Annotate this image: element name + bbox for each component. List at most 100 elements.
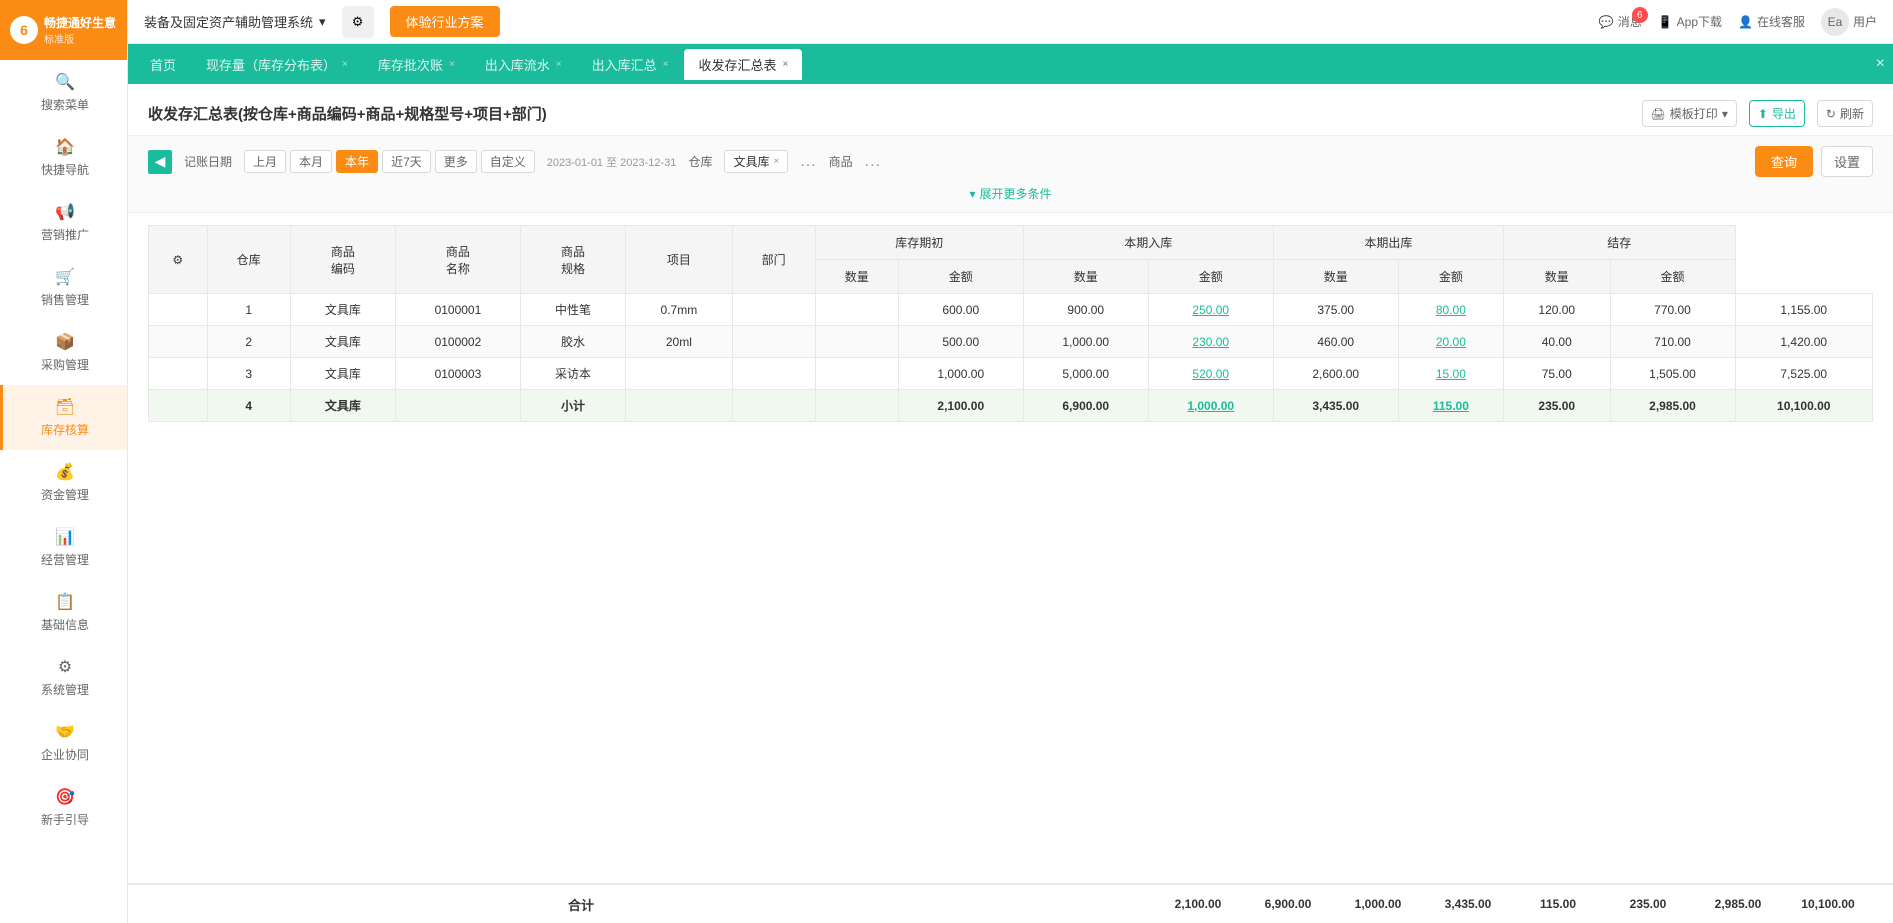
row-out-amt: 40.00 <box>1504 326 1611 358</box>
row-init-qty: 600.00 <box>898 294 1023 326</box>
app-download-btn[interactable]: 📱 App下载 <box>1658 13 1722 30</box>
date-btn-上月[interactable]: 上月 <box>244 150 286 173</box>
print-btn[interactable]: 🖨 模板打印 ▾ <box>1642 100 1737 127</box>
warehouse-tag[interactable]: 文具库 × <box>724 150 788 173</box>
row-project <box>732 326 815 358</box>
footer-in-qty: 1,000.00 <box>1333 893 1423 915</box>
sidebar-label-guide: 新手引导 <box>41 811 89 828</box>
sidebar-item-operations[interactable]: 📊经营管理 <box>0 515 127 580</box>
row-code: 0100002 <box>395 326 520 358</box>
tab-stock_dist[interactable]: 现存量（库存分布表）× <box>192 49 362 80</box>
row-in-amt: 2,600.00 <box>1273 358 1398 390</box>
row-warehouse: 文具库 <box>290 326 395 358</box>
user-btn[interactable]: Ea 用户 <box>1821 8 1877 36</box>
tab-flow[interactable]: 出入库流水× <box>471 49 576 80</box>
row-in-qty[interactable]: 1,000.00 <box>1148 390 1273 422</box>
query-btn[interactable]: 查询 <box>1755 146 1813 177</box>
row-code: 0100003 <box>395 358 520 390</box>
setting-btn[interactable]: 设置 <box>1821 146 1873 177</box>
online-service-btn[interactable]: 👤 在线客服 <box>1738 13 1805 30</box>
footer-out-amt: 235.00 <box>1603 893 1693 915</box>
expand-more-btn[interactable]: ▾ 展开更多条件 <box>969 185 1051 202</box>
date-btn-本月[interactable]: 本月 <box>290 150 332 173</box>
sidebar-label-finance: 资金管理 <box>41 486 89 503</box>
sidebar-item-purchase[interactable]: 📦采购管理 <box>0 320 127 385</box>
row-settings <box>149 358 208 390</box>
sidebar-item-marketing[interactable]: 📢营销推广 <box>0 190 127 255</box>
filter-collapse-btn[interactable]: ◀ <box>148 150 172 174</box>
tab-close-summary[interactable]: × <box>663 59 669 70</box>
date-btn-自定义[interactable]: 自定义 <box>481 150 535 173</box>
table-row: 4 文具库 小计 2,100.00 6,900.00 1,000.00 3,43… <box>149 390 1873 422</box>
tab-close-stock_dist[interactable]: × <box>342 59 348 70</box>
row-dept <box>815 294 898 326</box>
date-btn-近7天[interactable]: 近7天 <box>382 150 431 173</box>
refresh-btn[interactable]: ↻ 刷新 <box>1817 100 1873 127</box>
th-name: 商品名称 <box>395 226 520 294</box>
experience-btn[interactable]: 体验行业方案 <box>390 6 500 37</box>
date-btn-本年[interactable]: 本年 <box>336 150 378 173</box>
warehouse-more-btn[interactable]: ... <box>800 153 816 171</box>
warehouse-tag-close[interactable]: × <box>773 156 779 167</box>
sidebar-item-search[interactable]: 🔍搜索菜单 <box>0 60 127 125</box>
row-in-qty[interactable]: 250.00 <box>1148 294 1273 326</box>
tab-label-batch: 库存批次账 <box>378 55 443 74</box>
tab-batch[interactable]: 库存批次账 × <box>364 49 469 80</box>
sidebar-item-shortcut[interactable]: 🏠快捷导航 <box>0 125 127 190</box>
row-in-qty[interactable]: 520.00 <box>1148 358 1273 390</box>
row-in-amt: 375.00 <box>1273 294 1398 326</box>
sidebar-icon-enterprise: 🤝 <box>55 722 75 742</box>
row-in-qty[interactable]: 230.00 <box>1148 326 1273 358</box>
row-out-qty[interactable]: 15.00 <box>1398 358 1503 390</box>
sidebar-label-purchase: 采购管理 <box>41 356 89 373</box>
tab-home[interactable]: 首页 <box>136 49 190 80</box>
tab-close-batch[interactable]: × <box>449 59 455 70</box>
sidebar-item-guide[interactable]: 🎯新手引导 <box>0 775 127 840</box>
system-name: 装备及固定资产辅助管理系统 <box>144 12 313 31</box>
tab-summary[interactable]: 出入库汇总× <box>578 49 683 80</box>
export-btn[interactable]: ⬆ 导出 <box>1749 100 1805 127</box>
footer-in-amt: 3,435.00 <box>1423 893 1513 915</box>
tab-close-recv_send[interactable]: × <box>782 59 788 70</box>
row-out-qty[interactable]: 20.00 <box>1398 326 1503 358</box>
settings-btn[interactable]: ⚙ <box>342 6 374 38</box>
sidebar-icon-operations: 📊 <box>55 527 75 547</box>
table-header-row-1: ⚙ 仓库 商品编码 商品名称 商品规格 项目 部门 库存期初 本期入库 本期出库… <box>149 226 1873 260</box>
sidebar-item-enterprise[interactable]: 🤝企业协同 <box>0 710 127 775</box>
sidebar-item-finance[interactable]: 💰 资金管理 <box>0 450 127 515</box>
th-code: 商品编码 <box>290 226 395 294</box>
tab-close-flow[interactable]: × <box>556 59 562 70</box>
app-download-label: App下载 <box>1677 13 1722 30</box>
user-label: 用户 <box>1853 13 1877 30</box>
table-row: 1 文具库 0100001 中性笔 0.7mm 600.00 900.00 25… <box>149 294 1873 326</box>
close-all-tabs-btn[interactable]: × <box>1876 55 1885 73</box>
sidebar-item-inventory[interactable]: 🗃库存核算 <box>0 385 127 450</box>
sidebar-icon-finance: 💰 <box>55 462 75 482</box>
th-bal-qty: 数量 <box>1504 260 1611 294</box>
footer-bal-qty: 2,985.00 <box>1693 893 1783 915</box>
row-settings <box>149 294 208 326</box>
row-init-amt: 5,000.00 <box>1023 358 1148 390</box>
row-out-qty[interactable]: 115.00 <box>1398 390 1503 422</box>
product-more-btn[interactable]: ... <box>865 153 881 171</box>
main-table: ⚙ 仓库 商品编码 商品名称 商品规格 项目 部门 库存期初 本期入库 本期出库… <box>148 225 1873 422</box>
page-title: 收发存汇总表(按仓库+商品编码+商品+规格型号+项目+部门) <box>148 103 547 124</box>
row-bal-qty: 1,505.00 <box>1610 358 1735 390</box>
message-btn[interactable]: 💬 消息 6 <box>1599 13 1642 30</box>
row-out-qty[interactable]: 80.00 <box>1398 294 1503 326</box>
sidebar-icon-shortcut: 🏠 <box>55 137 75 157</box>
date-label: 记账日期 <box>184 153 232 170</box>
sidebar-item-sales[interactable]: 🛒销售管理 <box>0 255 127 320</box>
tab-recv_send[interactable]: 收发存汇总表× <box>684 49 802 80</box>
th-settings[interactable]: ⚙ <box>149 226 208 294</box>
sidebar-label-basic: 基础信息 <box>41 616 89 633</box>
date-btn-更多[interactable]: 更多 <box>435 150 477 173</box>
row-init-qty: 2,100.00 <box>898 390 1023 422</box>
online-service-icon: 👤 <box>1738 15 1753 29</box>
system-select[interactable]: 装备及固定资产辅助管理系统 ▾ <box>144 12 326 31</box>
sidebar-item-system[interactable]: ⚙系统管理 <box>0 645 127 710</box>
row-bal-amt: 1,420.00 <box>1735 326 1873 358</box>
footer-bal-amt: 10,100.00 <box>1783 893 1873 915</box>
sidebar-item-basic[interactable]: 📋基础信息 <box>0 580 127 645</box>
th-balance: 结存 <box>1504 226 1735 260</box>
